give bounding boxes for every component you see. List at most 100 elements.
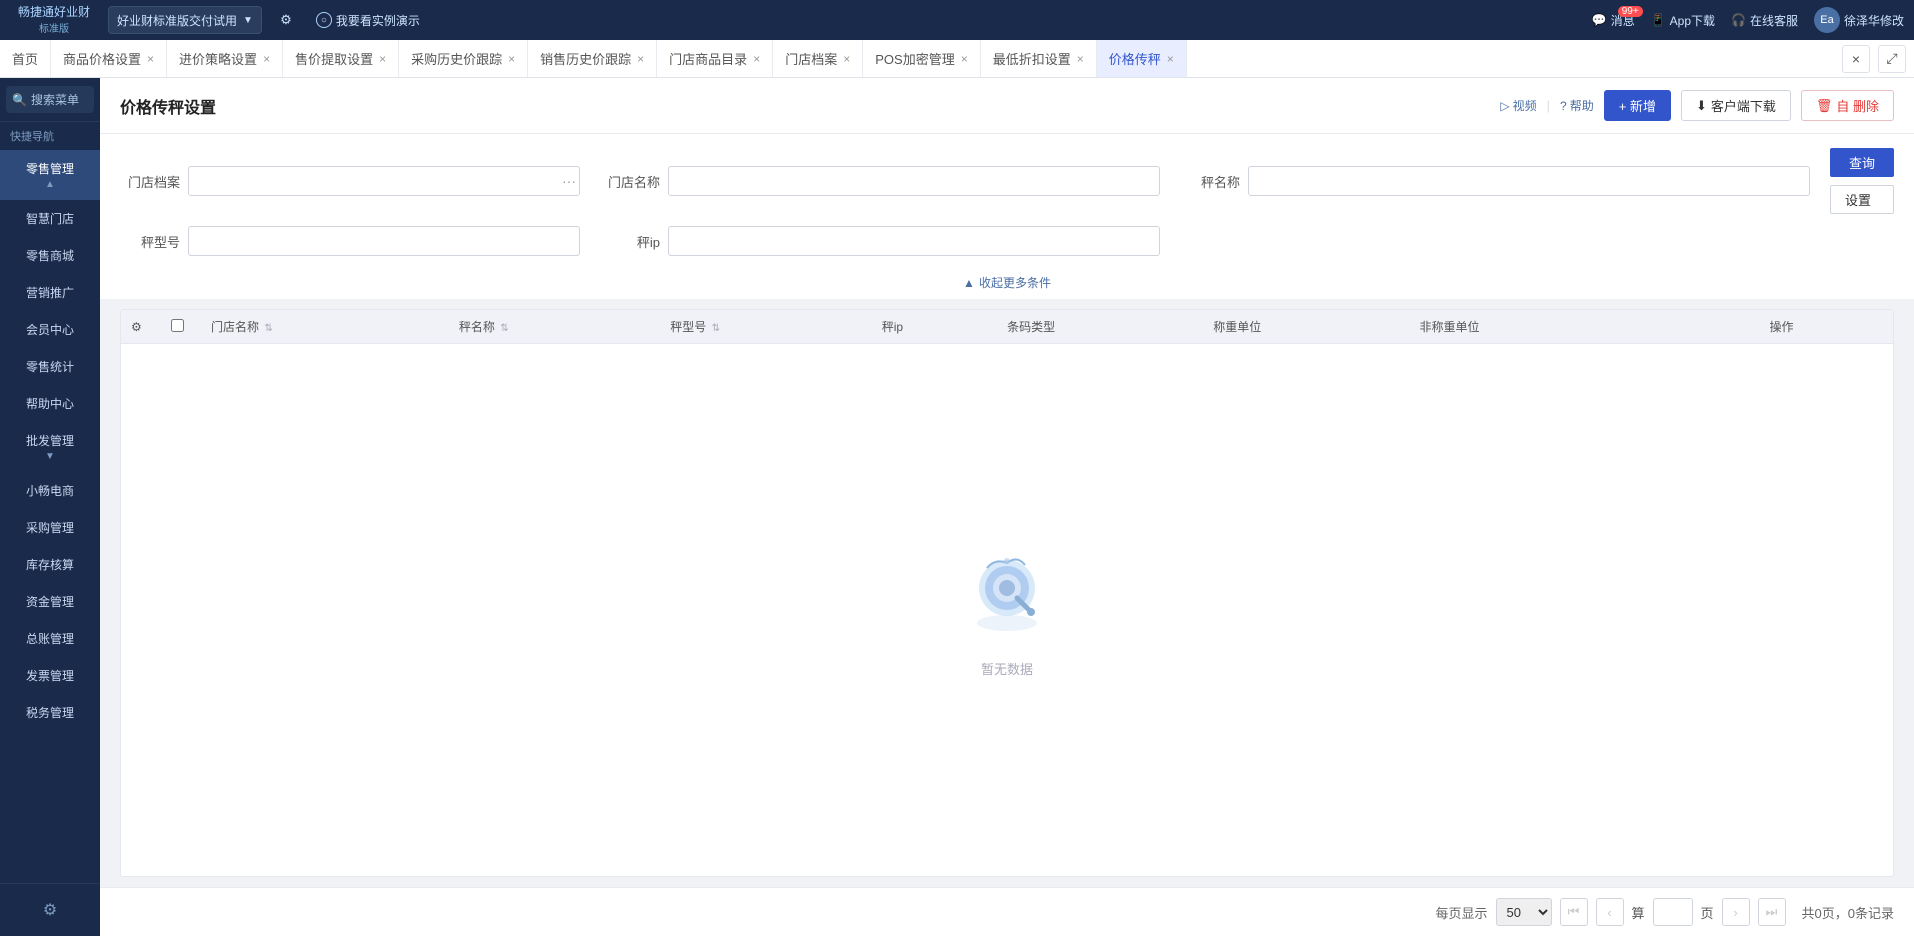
col-weight-unit: 称重单位 (1203, 310, 1409, 344)
sidebar: 🔍 搜索菜单 快捷导航 零售管理 ▲ 智慧门店 零售商城 营销推广 会员中心 零… (0, 78, 100, 936)
tab-home[interactable]: 首页 (0, 40, 51, 78)
scale-ip-input[interactable] (668, 226, 1160, 256)
video-label: 视频 (1513, 97, 1537, 114)
store-profile-label: 门店档案 (120, 172, 180, 191)
query-btn[interactable]: 查询 (1830, 148, 1894, 177)
first-page-btn[interactable]: ⏮ (1560, 898, 1588, 926)
collapse-up-icon: ▲ (963, 276, 975, 290)
tab-close-sale-history[interactable]: × (637, 52, 644, 66)
filter-field-scale-name: 秤名称 (1180, 166, 1810, 196)
sidebar-item-label-retail-mgmt: 零售管理 (26, 160, 74, 177)
tab-close-pos-management[interactable]: × (961, 52, 968, 66)
col-scale-ip: 秤ip (872, 310, 997, 344)
scale-model-input[interactable] (188, 226, 580, 256)
tab-close-price-setting[interactable]: × (147, 52, 154, 66)
scale-name-input[interactable] (1248, 166, 1810, 196)
user-area[interactable]: Ea 徐泽华修改 (1814, 7, 1904, 33)
page-title: 价格传秤设置 (120, 94, 216, 130)
tab-bar: 首页 商品价格设置 × 进价策略设置 × 售价提取设置 × 采购历史价跟踪 × … (0, 40, 1914, 78)
sidebar-item-wholesale-mgmt[interactable]: 批发管理 ▼ (0, 422, 100, 472)
sidebar-item-inventory[interactable]: 库存核算 (0, 546, 100, 583)
tab-price-setting[interactable]: 商品价格设置 × (51, 40, 167, 78)
app-download-btn[interactable]: 📱 App下载 (1651, 12, 1715, 29)
tab-close-price-relay[interactable]: × (1167, 52, 1174, 66)
sort-scale-name-icon[interactable]: ⇅ (500, 323, 508, 334)
sidebar-item-xiaochang-ec[interactable]: 小畅电商 (0, 472, 100, 509)
sidebar-item-label-marketing: 营销推广 (26, 284, 74, 301)
tab-price-relay[interactable]: 价格传秤 × (1097, 40, 1187, 78)
prev-page-btn[interactable]: ‹ (1596, 898, 1624, 926)
sidebar-item-smart-store[interactable]: 智慧门店 (0, 200, 100, 237)
settings-icon-btn[interactable]: ⚙ (272, 6, 300, 34)
version-select[interactable]: 好业财标准版交付试用 ▼ (108, 6, 262, 34)
store-profile-input[interactable] (188, 166, 580, 196)
sidebar-item-member-center[interactable]: 会员中心 (0, 311, 100, 348)
next-page-btn[interactable]: › (1722, 898, 1750, 926)
add-btn[interactable]: + 新增 (1604, 90, 1671, 121)
tab-close-min-discount[interactable]: × (1077, 52, 1084, 66)
table-settings-icon[interactable]: ⚙ (131, 320, 142, 334)
sort-scale-model-icon[interactable]: ⇅ (712, 323, 720, 334)
tab-purchase-history[interactable]: 采购历史价跟踪 × (399, 40, 528, 78)
sidebar-item-retail-stats[interactable]: 零售统计 (0, 348, 100, 385)
tab-close-store-catalog[interactable]: × (753, 52, 760, 66)
video-link-btn[interactable]: ▷ 视频 (1500, 97, 1536, 114)
sidebar-search-btn[interactable]: 🔍 搜索菜单 (6, 86, 94, 113)
sidebar-item-finance[interactable]: 资金管理 (0, 583, 100, 620)
tab-close-sale-extract[interactable]: × (379, 52, 386, 66)
sidebar-item-retail-mall[interactable]: 零售商城 (0, 237, 100, 274)
collapse-label: 收起更多条件 (979, 274, 1051, 291)
sidebar-item-tax[interactable]: 税务管理 (0, 694, 100, 731)
tab-pos-management[interactable]: POS加密管理 × (863, 40, 980, 78)
message-icon: 💬 (1592, 13, 1607, 27)
online-service-btn[interactable]: 🎧 在线客服 (1731, 12, 1798, 29)
tab-store-catalog[interactable]: 门店商品目录 × (657, 40, 773, 78)
page-header: 价格传秤设置 ▷ 视频 | ? 帮助 + 新增 ⬇ 客户端下载 (100, 78, 1914, 134)
sidebar-settings-btn[interactable]: ⚙ (0, 892, 100, 928)
headset-icon: 🎧 (1731, 13, 1746, 27)
video-icon: ▷ (1500, 99, 1509, 113)
filter-field-store-name: 门店名称 (600, 166, 1160, 196)
avatar: Ea (1814, 7, 1840, 33)
sidebar-search-label: 搜索菜单 (31, 91, 79, 108)
add-label: + 新增 (1619, 96, 1656, 115)
app-sub: 标准版 (39, 20, 69, 35)
col-non-weight-unit: 非称重单位 (1410, 310, 1760, 344)
tab-close-all-btn[interactable]: × (1842, 45, 1870, 73)
sidebar-item-retail-mgmt[interactable]: 零售管理 ▲ (0, 150, 100, 200)
demo-btn[interactable]: ○ 我要看实例演示 (316, 12, 420, 29)
tab-expand-btn[interactable]: ⤢ (1878, 45, 1906, 73)
sidebar-item-help-center[interactable]: 帮助中心 (0, 385, 100, 422)
delete-icon: 🗑 (1816, 98, 1833, 114)
settings-btn[interactable]: 设置 (1830, 185, 1894, 214)
tab-min-discount[interactable]: 最低折扣设置 × (981, 40, 1097, 78)
collapse-bar[interactable]: ▲ 收起更多条件 (120, 268, 1894, 299)
store-profile-ellipsis-btn[interactable]: ··· (562, 173, 576, 189)
filter-field-scale-ip: 秤ip (600, 226, 1160, 256)
tab-close-purchase-strategy[interactable]: × (263, 52, 270, 66)
last-page-btn[interactable]: ⏭ (1758, 898, 1786, 926)
tab-sale-extract[interactable]: 售价提取设置 × (283, 40, 399, 78)
store-name-input[interactable] (668, 166, 1160, 196)
delete-btn[interactable]: 🗑 自 删除 (1801, 90, 1894, 121)
sidebar-item-invoice[interactable]: 发票管理 (0, 657, 100, 694)
tab-purchase-strategy[interactable]: 进价策略设置 × (167, 40, 283, 78)
tab-close-store-profile[interactable]: × (843, 52, 850, 66)
tab-store-profile[interactable]: 门店档案 × (773, 40, 863, 78)
sort-store-name-icon[interactable]: ⇅ (264, 323, 272, 334)
sidebar-item-label-finance: 资金管理 (26, 593, 74, 610)
sidebar-item-purchase-mgmt[interactable]: 采购管理 (0, 509, 100, 546)
sidebar-item-general-ledger[interactable]: 总账管理 (0, 620, 100, 657)
sidebar-item-label-invoice: 发票管理 (26, 667, 74, 684)
help-link-btn[interactable]: ? 帮助 (1560, 97, 1594, 114)
select-all-checkbox[interactable] (171, 319, 184, 332)
message-btn[interactable]: 💬 消息 99+ (1592, 12, 1635, 29)
tab-close-purchase-history[interactable]: × (508, 52, 515, 66)
help-icon: ? (1560, 99, 1567, 113)
logo-area: 畅捷通好业财 标准版 (10, 5, 98, 34)
tab-sale-history[interactable]: 销售历史价跟踪 × (528, 40, 657, 78)
download-btn[interactable]: ⬇ 客户端下载 (1681, 90, 1791, 121)
page-input[interactable]: 1 (1653, 898, 1693, 926)
page-size-select[interactable]: 10 20 50 100 (1496, 898, 1552, 926)
sidebar-item-marketing[interactable]: 营销推广 (0, 274, 100, 311)
